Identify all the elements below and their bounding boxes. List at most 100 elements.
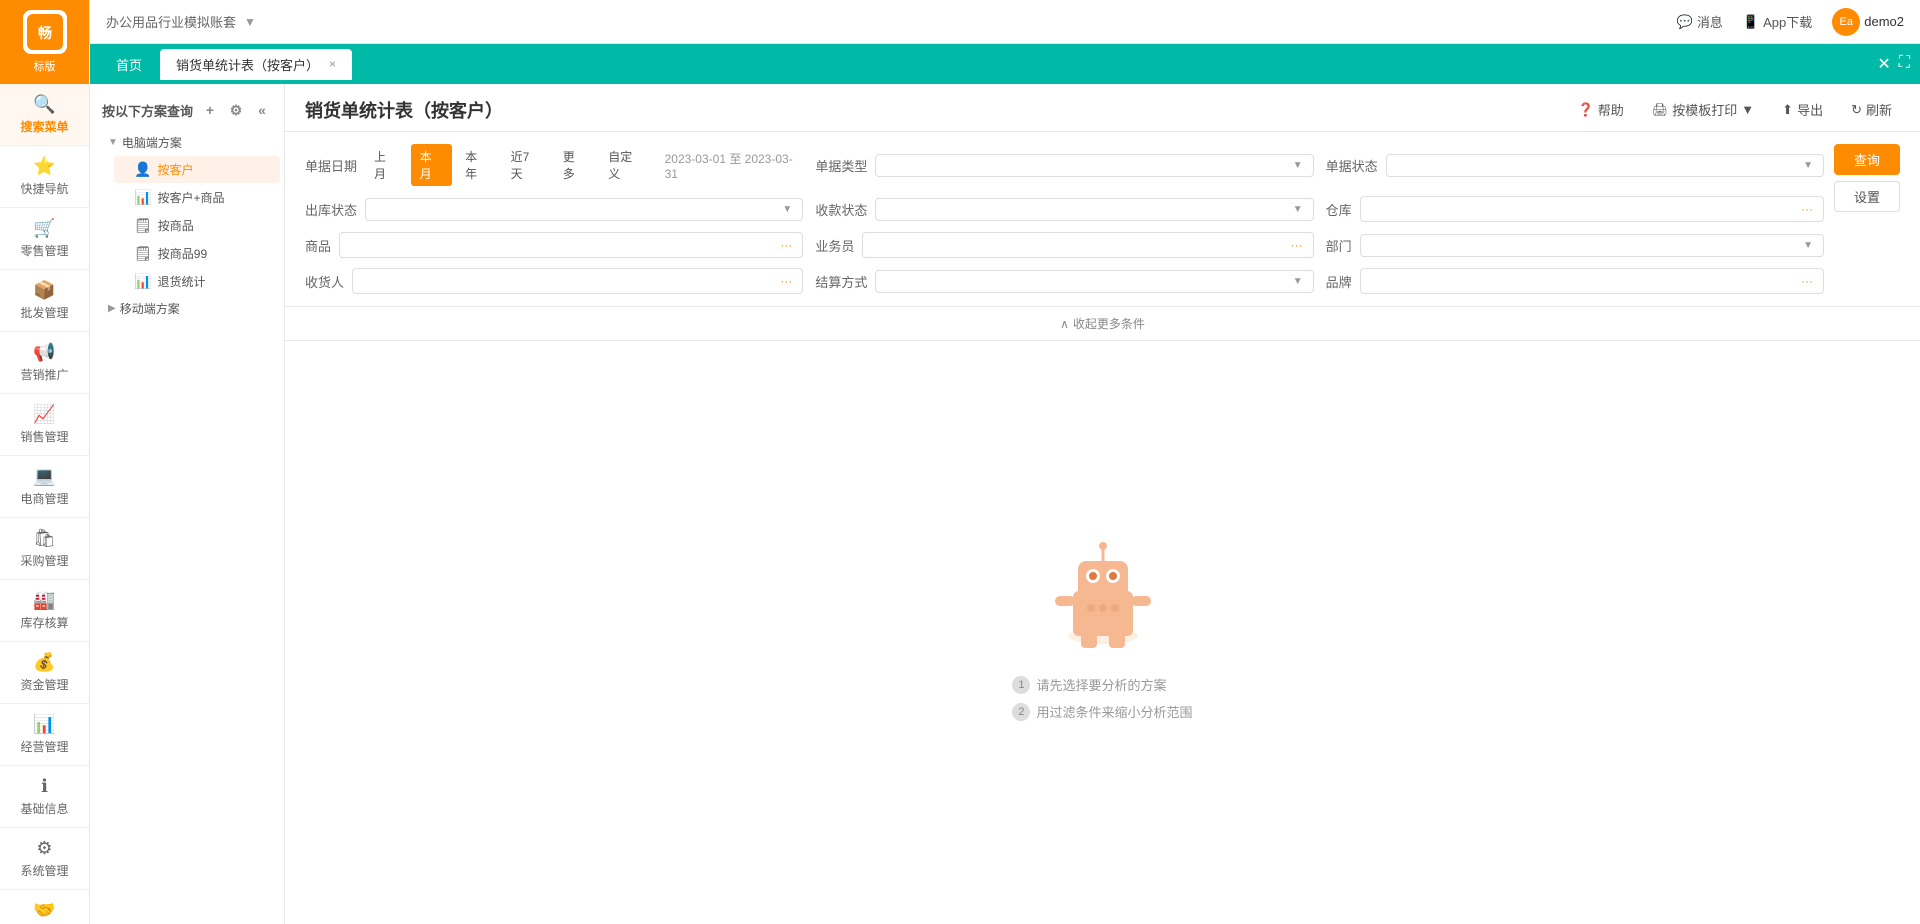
empty-tip-1: 1 请先选择要分析的方案: [1012, 675, 1192, 694]
scheme-item-goods99-label: 按商品99: [158, 245, 207, 262]
help-btn[interactable]: ❓ 帮助: [1570, 96, 1632, 123]
close-window-icon[interactable]: ✕: [1877, 54, 1890, 74]
warehouse-select[interactable]: ···: [1360, 196, 1824, 222]
export-label: 导出: [1797, 100, 1823, 119]
sidebar-item-批发管理[interactable]: 📦批发管理: [0, 270, 89, 332]
refresh-btn[interactable]: ↻ 刷新: [1843, 96, 1900, 123]
sidebar-nav: 🔍搜索菜单⭐快捷导航🛒零售管理📦批发管理📢营销推广📈销售管理💻电商管理🛍采购管理…: [0, 84, 89, 924]
message-btn[interactable]: 💬 消息: [1677, 12, 1723, 31]
sidebar-item-系统管理[interactable]: ⚙系统管理: [0, 828, 89, 890]
scheme-item-customer-label: 按客户: [157, 161, 193, 178]
sidebar-item-资金管理[interactable]: 💰资金管理: [0, 642, 89, 704]
sidebar-item-销售管理[interactable]: 📈销售管理: [0, 394, 89, 456]
scheme-group-mobile-title[interactable]: ▶ 移动端方案: [102, 296, 284, 321]
date-btn-last-month[interactable]: 上月: [365, 144, 407, 186]
date-btn-last7[interactable]: 近7天: [502, 144, 550, 186]
scheme-group-mobile: ▶ 移动端方案: [90, 296, 284, 321]
out-status-label: 出库状态: [305, 200, 357, 219]
filter-row-4: 收货人 ··· 结算方式 ▼: [305, 268, 1824, 294]
tab-home[interactable]: 首页: [100, 49, 158, 80]
print-btn[interactable]: 🖨 按模板打印 ▼: [1644, 96, 1762, 123]
collapse-bar[interactable]: ∧ 收起更多条件: [285, 307, 1920, 341]
sidebar-item-零售管理[interactable]: 🛒零售管理: [0, 208, 89, 270]
export-icon: ⬆: [1782, 102, 1793, 118]
filter-cell-goods: 商品 ···: [305, 232, 803, 258]
sidebar-icon-12: ⚙: [36, 838, 52, 859]
export-btn[interactable]: ⬆ 导出: [1774, 96, 1831, 123]
scheme-item-goods99[interactable]: 🗒 按商品99: [114, 240, 280, 267]
sidebar-item-基础信息[interactable]: ℹ基础信息: [0, 766, 89, 828]
sidebar-icon-4: 📢: [33, 342, 55, 363]
add-icon: +: [206, 102, 214, 118]
print-dropdown-icon: ▼: [1741, 102, 1754, 117]
sidebar-logo[interactable]: 畅 标版: [0, 0, 89, 84]
expand-arrow-mobile-icon: ▶: [108, 303, 116, 314]
date-btn-this-year[interactable]: 本年: [456, 144, 498, 186]
scheme-group-pc-title[interactable]: ▼ 电脑端方案: [102, 130, 284, 155]
receiver-more-icon: ···: [780, 274, 792, 288]
sidebar-icon-9: 💰: [33, 652, 55, 673]
scheme-item-customer-goods[interactable]: 📊 按客户+商品: [114, 184, 280, 211]
goods-select[interactable]: ···: [339, 232, 803, 258]
settings-button[interactable]: 设置: [1834, 181, 1900, 212]
tip-text-2: 用过滤条件来缩小分析范围: [1036, 702, 1192, 721]
sidebar-item-电商管理[interactable]: 💻电商管理: [0, 456, 89, 518]
scheme-item-return-label: 退货统计: [157, 273, 205, 290]
sidebar-icon-3: 📦: [33, 280, 55, 301]
maximize-icon[interactable]: ⛶: [1899, 54, 1910, 74]
sidebar-item-搜索菜单[interactable]: 🔍搜索菜单: [0, 84, 89, 146]
sidebar-item-库存核算[interactable]: 🏭库存核算: [0, 580, 89, 642]
query-button[interactable]: 查询: [1834, 144, 1900, 175]
collapse-panel-btn[interactable]: «: [252, 100, 272, 120]
app-download-icon: 📱: [1743, 14, 1759, 30]
scheme-item-goods[interactable]: 🗒 按商品: [114, 212, 280, 239]
payment-method-arrow-icon: ▼: [1293, 276, 1303, 287]
tab-home-label: 首页: [116, 55, 142, 74]
date-btn-more[interactable]: 更多: [554, 144, 596, 186]
payment-method-select[interactable]: ▼: [875, 270, 1313, 293]
tab-active[interactable]: 销货单统计表（按客户） ×: [160, 49, 352, 80]
scheme-group-mobile-label: 移动端方案: [120, 300, 180, 317]
user-profile-btn[interactable]: Ea demo2: [1832, 8, 1904, 36]
department-select[interactable]: ▼: [1360, 234, 1824, 257]
filter-cell-payment-method: 结算方式 ▼: [815, 270, 1313, 293]
user-name: demo2: [1864, 14, 1904, 29]
payment-status-select[interactable]: ▼: [875, 198, 1313, 221]
right-panel: 销货单统计表（按客户） ❓ 帮助 🖨 按模板打印 ▼ ⬆ 导出: [285, 84, 1920, 924]
date-btn-custom[interactable]: 自定义: [599, 144, 652, 186]
sidebar-item-经营管理[interactable]: 📊经营管理: [0, 704, 89, 766]
header-dropdown-icon[interactable]: ▼: [244, 15, 256, 29]
scheme-item-customer-goods-label: 按客户+商品: [157, 189, 224, 206]
scheme-item-customer[interactable]: 👤 按客户: [114, 156, 280, 183]
date-btn-this-month[interactable]: 本月: [411, 144, 453, 186]
sidebar-item-快捷导航[interactable]: ⭐快捷导航: [0, 146, 89, 208]
page-header: 销货单统计表（按客户） ❓ 帮助 🖨 按模板打印 ▼ ⬆ 导出: [285, 84, 1920, 132]
salesperson-more-icon: ···: [1291, 238, 1303, 252]
bill-status-select[interactable]: ▼: [1386, 154, 1824, 177]
filter-row-2: 出库状态 ▼ 收款状态 ▼: [305, 196, 1824, 222]
brand-select[interactable]: ···: [1360, 268, 1824, 294]
brand-more-icon: ···: [1801, 274, 1813, 288]
sidebar-label-0: 搜索菜单: [20, 118, 68, 135]
goods-icon: 🗒: [134, 217, 152, 234]
receiver-select[interactable]: ···: [352, 268, 803, 294]
out-status-select[interactable]: ▼: [365, 198, 803, 221]
sidebar-item-企业协同[interactable]: 🤝企业协同: [0, 890, 89, 924]
app-download-btn[interactable]: 📱 App下载: [1743, 12, 1812, 31]
message-icon: 💬: [1677, 14, 1693, 30]
filter-outer: 单据日期 上月 本月 本年 近7天 更多 自定义 2023-03-01 至 20…: [305, 144, 1900, 294]
top-header: 办公用品行业模拟账套 ▼ 💬 消息 📱 App下载 Ea demo2: [90, 0, 1920, 44]
goods-label: 商品: [305, 236, 331, 255]
tab-close-icon[interactable]: ×: [329, 57, 336, 71]
salesperson-select[interactable]: ···: [862, 232, 1313, 258]
scheme-group-pc-label: 电脑端方案: [122, 134, 182, 151]
sidebar-item-营销推广[interactable]: 📢营销推广: [0, 332, 89, 394]
add-scheme-btn[interactable]: +: [200, 100, 220, 120]
bill-type-select[interactable]: ▼: [875, 154, 1313, 177]
sidebar-item-采购管理[interactable]: 🛍采购管理: [0, 518, 89, 580]
empty-state: 1 请先选择要分析的方案 2 用过滤条件来缩小分析范围: [285, 341, 1920, 924]
scheme-settings-btn[interactable]: ⚙: [226, 100, 246, 120]
filter-cell-receiver: 收货人 ···: [305, 268, 803, 294]
sidebar-icon-5: 📈: [33, 404, 55, 425]
scheme-item-return[interactable]: 📊 退货统计: [114, 268, 280, 295]
